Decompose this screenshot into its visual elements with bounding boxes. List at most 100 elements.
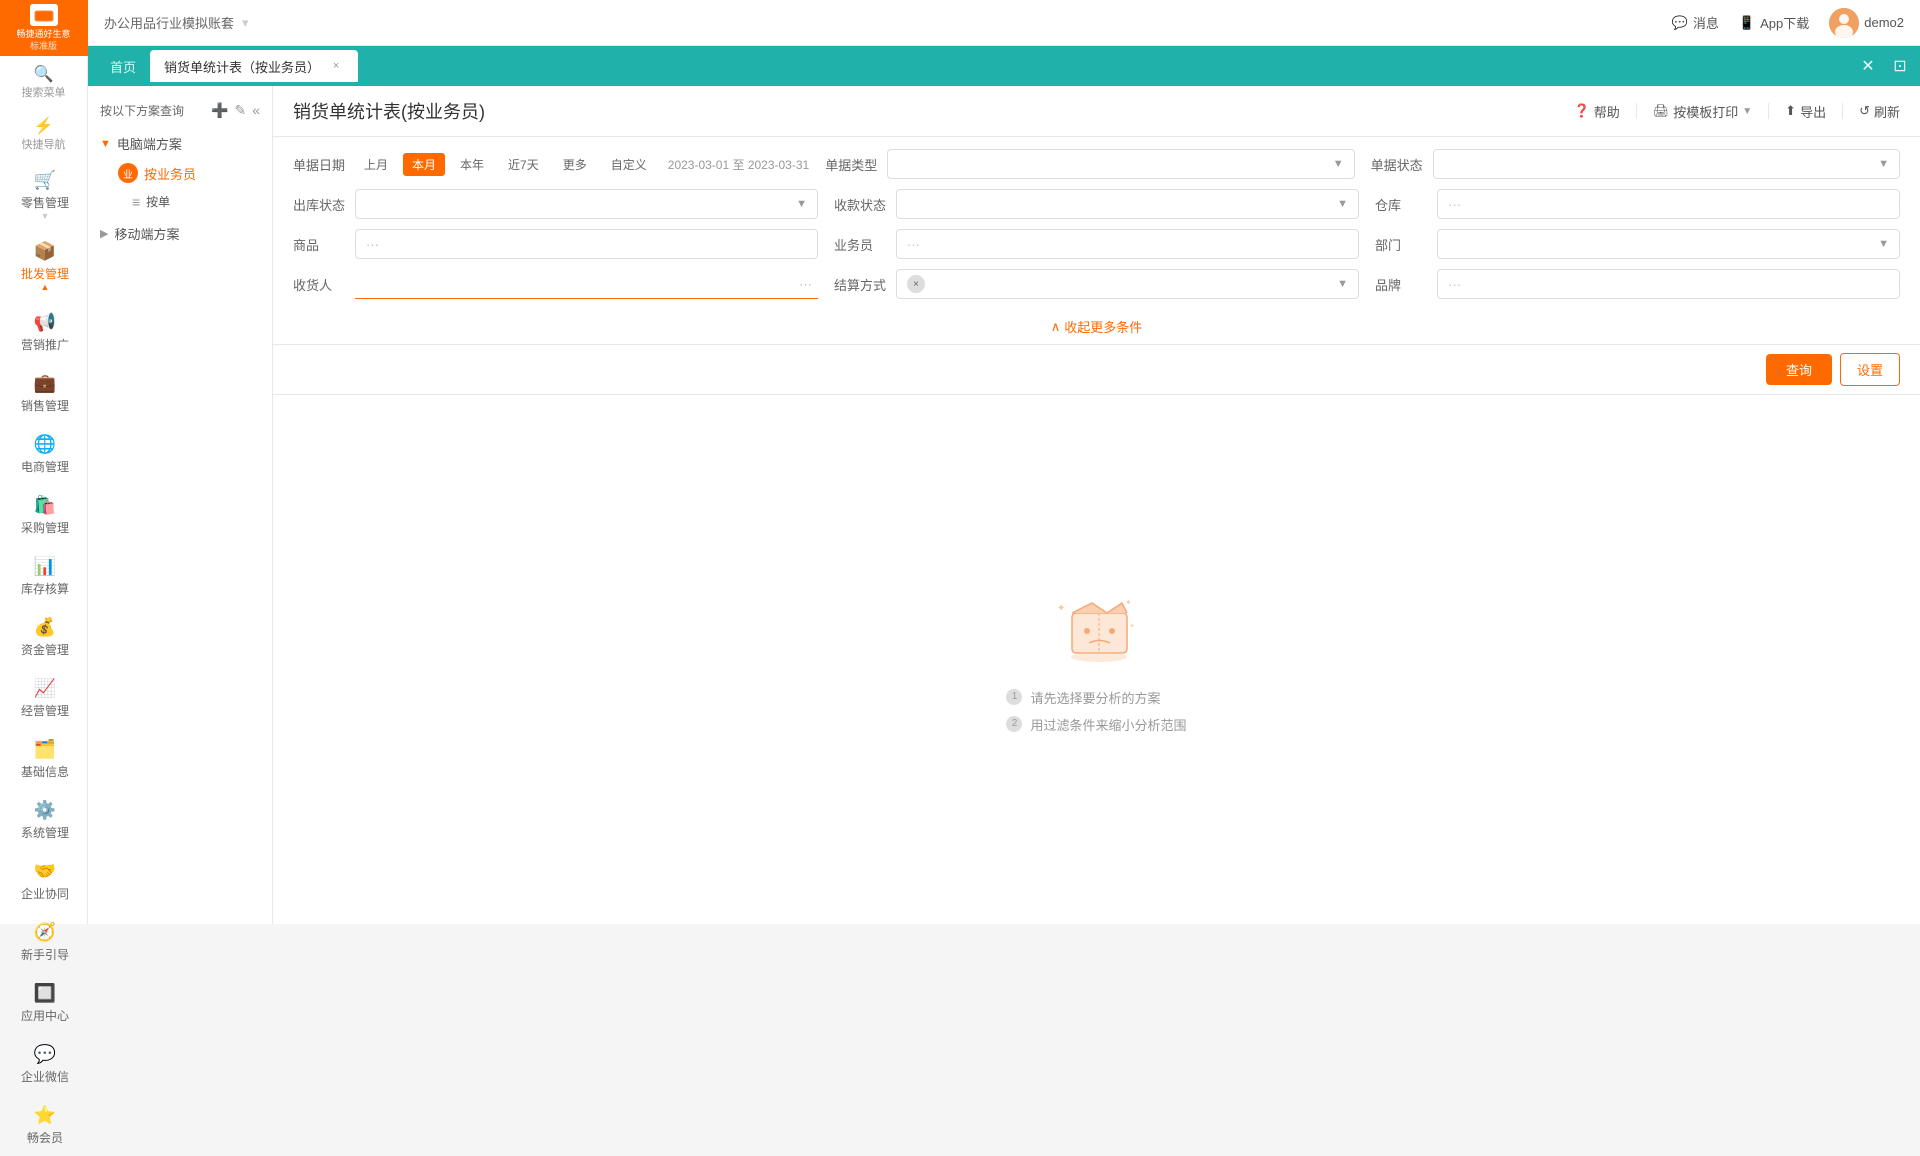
sidebar-search[interactable]: 🔍 搜索菜单: [0, 56, 88, 108]
newbie-label: 新手引导: [21, 946, 69, 963]
brand-label: 品牌: [1375, 275, 1431, 294]
sidebar-item-member[interactable]: ⭐ 畅会员: [0, 1095, 88, 1156]
sidebar-item-marketing[interactable]: 📢 营销推广: [0, 302, 88, 363]
sidebar-item-wholesale[interactable]: 📦 批发管理 ▲: [0, 231, 88, 302]
sales-icon: 💼: [34, 373, 56, 394]
sidebar-item-operation[interactable]: 📈 经营管理: [0, 668, 88, 729]
refresh-btn[interactable]: ↺ 刷新: [1859, 102, 1900, 121]
enterprise-label: 企业协同: [21, 885, 69, 902]
sidebar-shortcut[interactable]: ⚡ 快捷导航: [0, 108, 88, 160]
tip-num-2: 2: [1006, 716, 1022, 732]
doc-status-select[interactable]: ▼: [1433, 149, 1900, 179]
date-btn-last-month[interactable]: 上月: [355, 153, 397, 176]
salesperson-dots: ···: [907, 237, 920, 252]
doc-type-arrow: ▼: [1333, 158, 1344, 170]
wholesale-label: 批发管理: [21, 265, 69, 282]
left-panel-header: 按以下方案查询 ➕ ✎ «: [88, 96, 272, 125]
ecommerce-icon: 🌐: [34, 434, 56, 455]
receiver-dots[interactable]: ···: [799, 277, 812, 292]
operation-label: 经营管理: [21, 702, 69, 719]
empty-illustration: ✦ ✦ ✦: [1047, 578, 1147, 668]
desktop-scheme-title[interactable]: ▼ 电脑端方案: [88, 129, 272, 158]
doc-status-arrow: ▼: [1878, 158, 1889, 170]
doc-type-select[interactable]: ▼: [887, 149, 1354, 179]
sidebar-item-enterprise[interactable]: 🤝 企业协同: [0, 851, 88, 912]
doc-status-label: 单据状态: [1371, 155, 1427, 174]
print-btn[interactable]: 🖨 按模板打印 ▼: [1653, 102, 1752, 121]
wholesale-icon: 📦: [34, 241, 56, 262]
tab-home[interactable]: 首页: [96, 50, 150, 82]
salesperson-select[interactable]: ···: [896, 229, 1359, 259]
tab-close-all-btn[interactable]: ✕: [1856, 54, 1880, 78]
sidebar-item-basic[interactable]: 🗂️ 基础信息: [0, 729, 88, 790]
collapse-panel-btn[interactable]: «: [252, 102, 260, 119]
date-btn-custom[interactable]: 自定义: [602, 153, 656, 176]
header-actions: 💬 消息 📱 App下载 demo2: [1672, 8, 1904, 38]
sidebar-item-appstore[interactable]: 🔲 应用中心: [0, 973, 88, 1034]
date-btn-more[interactable]: 更多: [554, 153, 596, 176]
enterprise-icon: 🤝: [34, 861, 56, 882]
out-status-select[interactable]: ▼: [355, 189, 818, 219]
mobile-scheme-group[interactable]: ▶ 移动端方案: [88, 219, 272, 248]
basic-icon: 🗂️: [34, 739, 56, 760]
doc-type-label: 单据类型: [825, 155, 881, 174]
date-btn-this-month[interactable]: 本月: [403, 153, 445, 176]
header-breadcrumb: 办公用品行业模拟账套 ▾: [104, 13, 249, 32]
app-download-label: App下载: [1760, 13, 1809, 32]
operation-icon: 📈: [34, 678, 56, 699]
goods-select[interactable]: ···: [355, 229, 818, 259]
export-btn[interactable]: ⬆ 导出: [1785, 102, 1826, 121]
scheme-item-salesperson[interactable]: 业 按业务员: [88, 158, 272, 188]
divider2: [1768, 103, 1769, 119]
dept-select[interactable]: ▼: [1437, 229, 1900, 259]
collapse-filter-btn[interactable]: ∧ 收起更多条件: [293, 309, 1900, 344]
scheme-sub-item-by-doc[interactable]: ≡ 按单: [88, 188, 272, 215]
brand-select[interactable]: ···: [1437, 269, 1900, 299]
page-title-row: 销货单统计表(按业务员) ❓ 帮助 🖨 按模板打印 ▼: [293, 98, 1900, 124]
settle-clear-btn[interactable]: ×: [907, 275, 925, 293]
sidebar-item-newbie[interactable]: 🧭 新手引导: [0, 912, 88, 973]
main-area: 办公用品行业模拟账套 ▾ 💬 消息 📱 App下载 de: [88, 0, 1920, 924]
receiver-input[interactable]: [355, 269, 818, 299]
message-icon: 💬: [1672, 15, 1688, 31]
tab-bar: 首页 销货单统计表（按业务员） × ✕ ⊡: [88, 46, 1920, 86]
tab-report[interactable]: 销货单统计表（按业务员） ×: [150, 50, 358, 82]
warehouse-select[interactable]: ···: [1437, 189, 1900, 219]
sidebar-item-inventory[interactable]: 📊 库存核算: [0, 546, 88, 607]
desktop-scheme-label: 电脑端方案: [117, 134, 182, 153]
help-btn[interactable]: ❓ 帮助: [1574, 102, 1620, 121]
sidebar-item-finance[interactable]: 💰 资金管理: [0, 607, 88, 668]
warehouse-dots: ···: [1448, 197, 1461, 212]
user-avatar: [1829, 8, 1859, 38]
date-btn-7days[interactable]: 近7天: [499, 153, 548, 176]
sidebar-item-wechat[interactable]: 💬 企业微信: [0, 1034, 88, 1095]
left-panel: 按以下方案查询 ➕ ✎ « ▼ 电脑端方案 业 按业务员 ≡ 按: [88, 86, 273, 924]
set-button[interactable]: 设置: [1840, 353, 1900, 386]
breadcrumb-arrow-icon: ▾: [242, 15, 249, 31]
desktop-scheme-group: ▼ 电脑端方案 业 按业务员 ≡ 按单: [88, 125, 272, 219]
sub-item-label: 按单: [146, 193, 170, 210]
sidebar-item-ecommerce[interactable]: 🌐 电商管理: [0, 424, 88, 485]
tab-maximize-btn[interactable]: ⊡: [1888, 54, 1912, 78]
collect-status-select[interactable]: ▼: [896, 189, 1359, 219]
user-area[interactable]: demo2: [1829, 8, 1904, 38]
message-label: 消息: [1693, 13, 1719, 32]
app-download-btn[interactable]: 📱 App下载: [1739, 13, 1809, 32]
username-label: demo2: [1864, 15, 1904, 30]
add-scheme-btn[interactable]: ➕: [211, 102, 228, 119]
sidebar-item-sales[interactable]: 💼 销售管理: [0, 363, 88, 424]
sidebar-item-retail[interactable]: 🛒 零售管理 ▼: [0, 160, 88, 231]
left-panel-actions: ➕ ✎ «: [211, 102, 260, 119]
retail-label: 零售管理: [21, 194, 69, 211]
settle-select[interactable]: × ▼: [896, 269, 1359, 299]
query-button[interactable]: 查询: [1766, 354, 1832, 385]
breadcrumb-text: 办公用品行业模拟账套: [104, 13, 234, 32]
page-content: 按以下方案查询 ➕ ✎ « ▼ 电脑端方案 业 按业务员 ≡ 按: [88, 86, 1920, 924]
sidebar-item-purchase[interactable]: 🛍️ 采购管理: [0, 485, 88, 546]
tab-close-btn[interactable]: ×: [328, 58, 344, 74]
date-btn-this-year[interactable]: 本年: [451, 153, 493, 176]
message-btn[interactable]: 💬 消息: [1672, 13, 1719, 32]
edit-scheme-btn[interactable]: ✎: [234, 102, 246, 119]
empty-state: ✦ ✦ ✦ 1 请先选择要分析的方案 2: [273, 395, 1920, 924]
sidebar-item-system[interactable]: ⚙️ 系统管理: [0, 790, 88, 851]
